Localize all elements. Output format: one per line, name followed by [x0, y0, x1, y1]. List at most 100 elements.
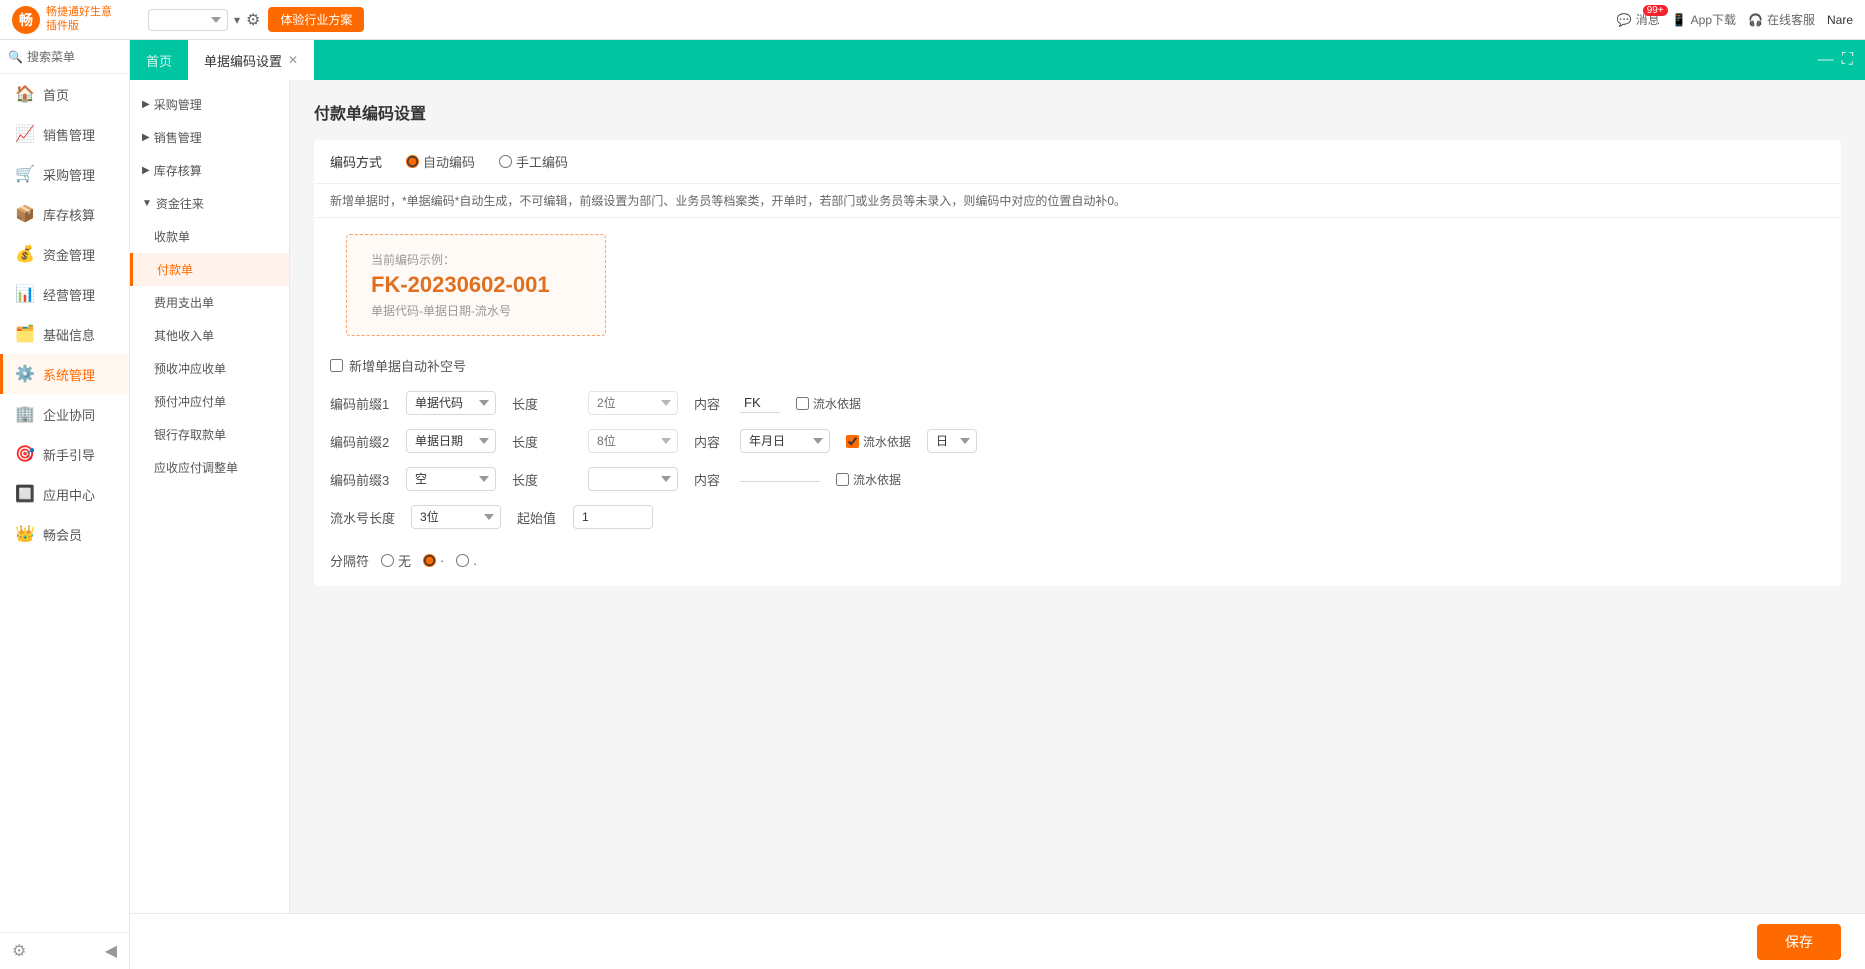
- ops-icon: 📊: [15, 284, 35, 304]
- sub-group-capital[interactable]: ▼ 资金往来: [130, 187, 289, 220]
- sidebar-item-system[interactable]: ⚙️ 系统管理: [0, 354, 129, 394]
- sub-item-bank[interactable]: 银行存取款单: [130, 418, 289, 451]
- encoding-method-row: 编码方式 自动编码 手工编码: [314, 140, 1841, 184]
- left-sidebar: 🔍 搜索菜单 🏠 首页 📈 销售管理 🛒 采购管理 📦 库存核算 💰 资金管理 …: [0, 40, 130, 969]
- messages-button[interactable]: 💬 消息 99+: [1617, 11, 1660, 28]
- stream2-checkbox[interactable]: [846, 435, 859, 448]
- purchase-icon: 🛒: [15, 164, 35, 184]
- tab-home[interactable]: 首页: [130, 40, 188, 80]
- stream3-checkbox[interactable]: [836, 473, 849, 486]
- sidebar-item-guide[interactable]: 🎯 新手引导: [0, 434, 129, 474]
- app-download-button[interactable]: 📱 App下载: [1672, 11, 1736, 28]
- system-icon: ⚙️: [15, 364, 35, 384]
- stream1-option[interactable]: 流水依据: [796, 395, 861, 412]
- sub-item-other-income[interactable]: 其他收入单: [130, 319, 289, 352]
- prefix1-label: 编码前缀1: [330, 394, 390, 413]
- manual-radio[interactable]: [499, 155, 512, 168]
- content2-label: 内容: [694, 432, 724, 451]
- arrow-right-icon: ▶: [142, 99, 150, 110]
- auto-radio-option[interactable]: 自动编码: [406, 152, 475, 171]
- sidebar-item-member[interactable]: 👑 畅会员: [0, 514, 129, 554]
- sep-none-radio[interactable]: [381, 554, 394, 567]
- sub-group-inventory[interactable]: ▶ 库存核算: [130, 154, 289, 187]
- length1-label: 长度: [512, 394, 572, 413]
- search-menu[interactable]: 🔍 搜索菜单: [0, 40, 129, 74]
- sep-none-option[interactable]: 无: [381, 551, 411, 570]
- length2-label: 长度: [512, 432, 572, 451]
- auto-radio[interactable]: [406, 155, 419, 168]
- content1-value: FK: [740, 393, 780, 413]
- main-layout: 🔍 搜索菜单 🏠 首页 📈 销售管理 🛒 采购管理 📦 库存核算 💰 资金管理 …: [0, 40, 1865, 969]
- content3-label: 内容: [694, 470, 724, 489]
- sep-dot2-radio[interactable]: [456, 554, 469, 567]
- save-button[interactable]: 保存: [1757, 924, 1841, 960]
- online-service-button[interactable]: 🎧 在线客服: [1748, 11, 1815, 28]
- home-icon: 🏠: [15, 84, 35, 104]
- stream1-checkbox[interactable]: [796, 397, 809, 410]
- user-name[interactable]: Nare: [1827, 13, 1853, 27]
- prefix-row-1: 编码前缀1 单据代码 长度 2位 内容 FK: [330, 391, 1825, 415]
- sub-item-receipt[interactable]: 收款单: [130, 220, 289, 253]
- sub-item-advance-offset[interactable]: 预付冲应付单: [130, 385, 289, 418]
- logo-icon: 畅: [12, 6, 40, 34]
- chevron-down-icon[interactable]: ▾: [234, 13, 240, 27]
- auto-fill-checkbox[interactable]: [330, 359, 343, 372]
- prefix1-select[interactable]: 单据代码: [406, 391, 496, 415]
- message-icon: 💬: [1617, 13, 1632, 27]
- example-desc: 单据代码-单据日期-流水号: [371, 302, 581, 319]
- trial-button[interactable]: 体验行业方案: [268, 7, 364, 32]
- encoding-method-label: 编码方式: [330, 152, 382, 171]
- search-icon: 🔍: [8, 50, 23, 64]
- prefix-row-3: 编码前缀3 空 长度 内容 流水: [330, 467, 1825, 491]
- sep-dot1-option[interactable]: ·: [423, 553, 444, 568]
- stream2-sub-select[interactable]: 日: [927, 429, 977, 453]
- content1-label: 内容: [694, 394, 724, 413]
- auto-fill-row: 新增单据自动补空号: [314, 348, 1841, 383]
- collapse-icon[interactable]: ◀: [105, 941, 117, 961]
- sub-item-expense[interactable]: 费用支出单: [130, 286, 289, 319]
- sidebar-item-home[interactable]: 🏠 首页: [0, 74, 129, 114]
- sub-item-prepay-offset[interactable]: 预收冲应收单: [130, 352, 289, 385]
- prefix2-select[interactable]: 单据日期: [406, 429, 496, 453]
- arrow-right-icon: ▶: [142, 165, 150, 176]
- member-icon: 👑: [15, 524, 35, 544]
- bottom-bar: 保存: [130, 913, 1865, 969]
- sidebar-item-ops[interactable]: 📊 经营管理: [0, 274, 129, 314]
- sep-dot1-radio[interactable]: [423, 554, 436, 567]
- sub-group-purchase[interactable]: ▶ 采购管理: [130, 88, 289, 121]
- content3-value: [740, 477, 820, 482]
- sub-item-ar-ap-adjust[interactable]: 应收应付调整单: [130, 451, 289, 484]
- prefix3-select[interactable]: 空: [406, 467, 496, 491]
- sidebar-item-purchase[interactable]: 🛒 采购管理: [0, 154, 129, 194]
- serial-length-select[interactable]: 3位: [411, 505, 501, 529]
- settings-icon[interactable]: ⚙: [12, 941, 26, 961]
- sub-item-payment[interactable]: 付款单: [130, 253, 289, 286]
- sidebar-item-apps[interactable]: 🔲 应用中心: [0, 474, 129, 514]
- sub-group-sales[interactable]: ▶ 销售管理: [130, 121, 289, 154]
- sidebar-item-sales[interactable]: 📈 销售管理: [0, 114, 129, 154]
- manual-radio-option[interactable]: 手工编码: [499, 152, 568, 171]
- content2-select[interactable]: 年月日: [740, 429, 830, 453]
- sidebar-item-inventory[interactable]: 📦 库存核算: [0, 194, 129, 234]
- guide-icon: 🎯: [15, 444, 35, 464]
- inventory-icon: 📦: [15, 204, 35, 224]
- workspace-selector[interactable]: [148, 9, 228, 31]
- sales-icon: 📈: [15, 124, 35, 144]
- sub-sidebar: ▶ 采购管理 ▶ 销售管理 ▶ 库存核算 ▼ 资金往来 收款单 付款单 费用支出…: [130, 80, 290, 913]
- minimize-icon[interactable]: —: [1818, 51, 1834, 69]
- length3-select[interactable]: [588, 467, 678, 491]
- sidebar-item-basic[interactable]: 🗂️ 基础信息: [0, 314, 129, 354]
- finance-icon: 💰: [15, 244, 35, 264]
- maximize-icon[interactable]: ⛶: [1842, 51, 1853, 69]
- tab-encoding-settings[interactable]: 单据编码设置 ✕: [188, 40, 314, 80]
- sidebar-item-finance[interactable]: 💰 资金管理: [0, 234, 129, 274]
- gear-icon[interactable]: ⚙: [246, 10, 260, 30]
- sep-dot2-option[interactable]: .: [456, 553, 477, 568]
- stream3-option[interactable]: 流水依据: [836, 471, 901, 488]
- stream2-option[interactable]: 流水依据: [846, 433, 911, 450]
- tab-close-icon[interactable]: ✕: [288, 53, 298, 67]
- main-panel: 付款单编码设置 编码方式 自动编码 手工编码: [290, 80, 1865, 913]
- sidebar-item-enterprise[interactable]: 🏢 企业协同: [0, 394, 129, 434]
- service-icon: 🎧: [1748, 13, 1763, 27]
- start-value-input[interactable]: [573, 505, 653, 529]
